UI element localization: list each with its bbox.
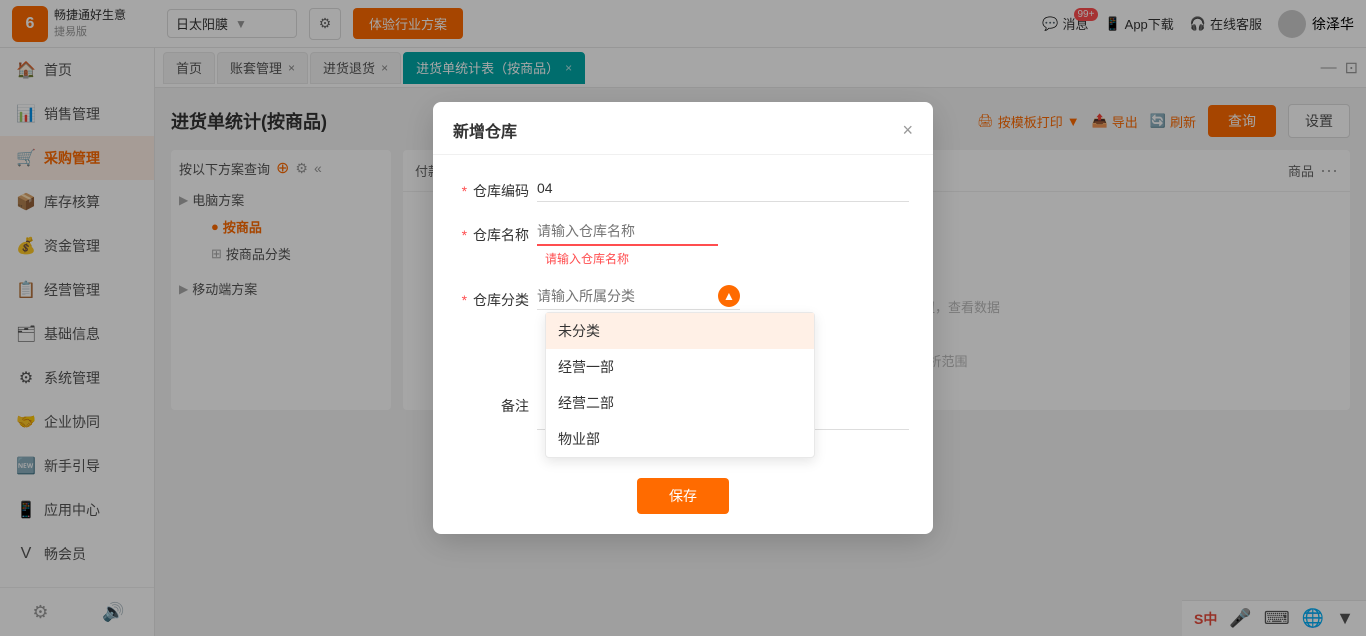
modal-title: 新增仓库 xyxy=(453,118,517,142)
modal-footer: 保存 xyxy=(433,466,933,534)
form-row-code: * 仓库编码 xyxy=(457,175,909,202)
warehouse-name-input[interactable] xyxy=(537,218,718,246)
modal-overlay[interactable]: 新增仓库 × * 仓库编码 * 仓库名称 xyxy=(0,0,1366,636)
dropdown-item-uncategorized[interactable]: 未分类 xyxy=(546,313,814,349)
category-input-wrapper: ▲ xyxy=(537,283,740,310)
form-row-name: * 仓库名称 请输入仓库名称 xyxy=(457,218,909,267)
dropdown-item-property[interactable]: 物业部 xyxy=(546,421,814,457)
category-label: * 仓库分类 xyxy=(457,284,537,310)
warehouse-category-input[interactable] xyxy=(537,283,718,309)
dropdown-item-dept1[interactable]: 经营一部 xyxy=(546,349,814,385)
code-label: * 仓库编码 xyxy=(457,175,537,201)
modal-body: * 仓库编码 * 仓库名称 请输入仓库名称 xyxy=(433,155,933,466)
dropdown-item-dept2[interactable]: 经营二部 xyxy=(546,385,814,421)
form-row-category: * 仓库分类 ▲ 未分类 经营一部 经营二部 物业部 xyxy=(457,283,909,310)
name-error-msg: 请输入仓库名称 xyxy=(545,250,629,267)
name-input-box xyxy=(537,218,718,246)
category-dropdown: 未分类 经营一部 经营二部 物业部 xyxy=(545,312,815,458)
notes-label: 备注 xyxy=(457,390,537,416)
new-warehouse-modal: 新增仓库 × * 仓库编码 * 仓库名称 xyxy=(433,102,933,534)
category-toggle-icon[interactable]: ▲ xyxy=(718,285,740,307)
modal-header: 新增仓库 × xyxy=(433,102,933,155)
save-button[interactable]: 保存 xyxy=(637,478,729,514)
warehouse-code-input[interactable] xyxy=(537,175,909,202)
modal-close-button[interactable]: × xyxy=(902,121,913,139)
name-label: * 仓库名称 xyxy=(457,219,537,245)
